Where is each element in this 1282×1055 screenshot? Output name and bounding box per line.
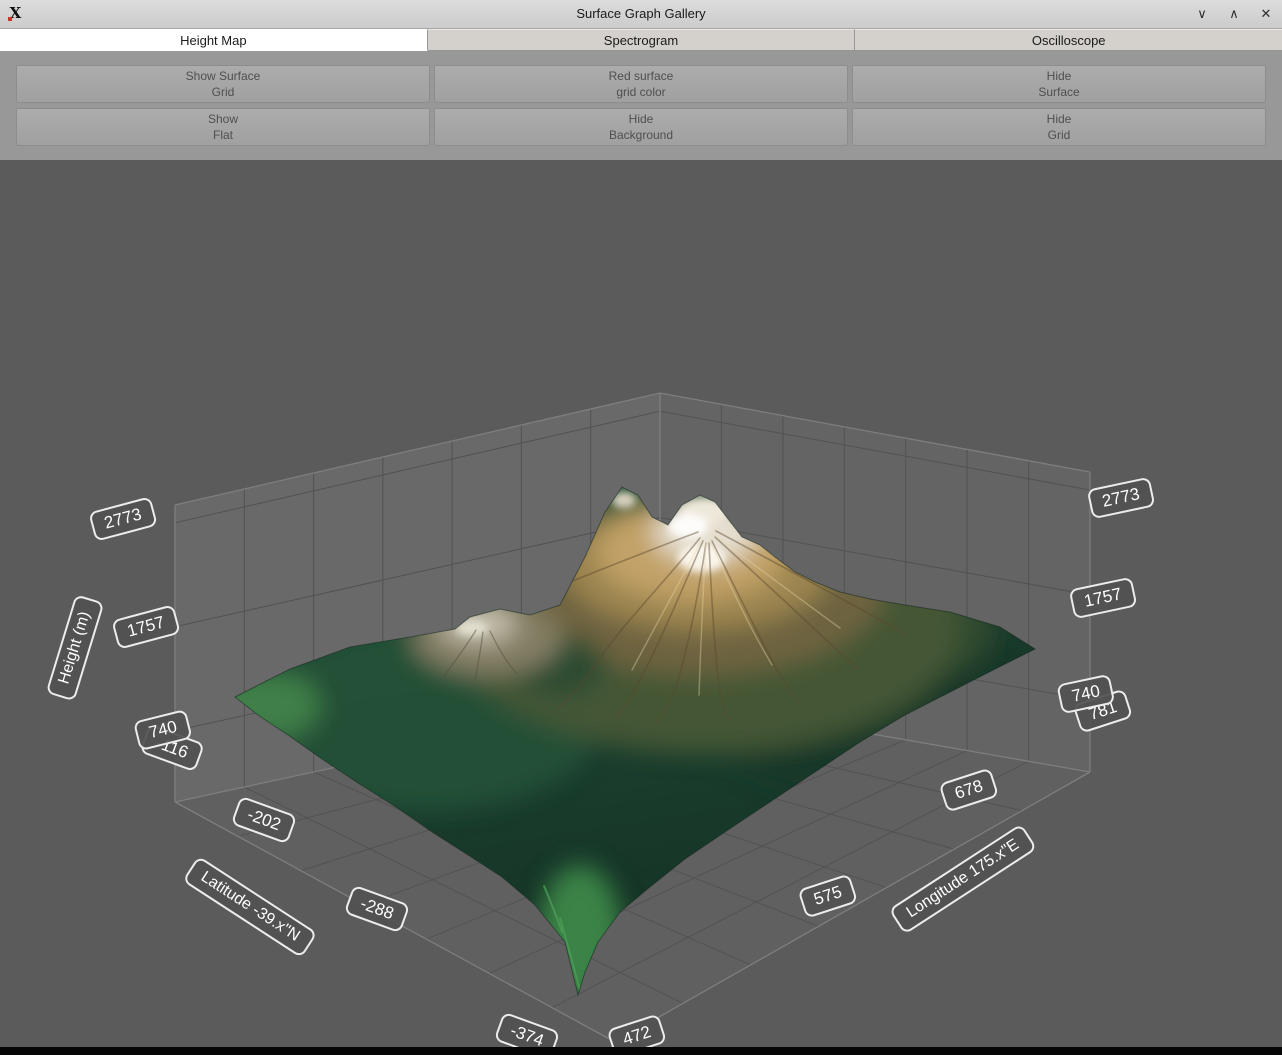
title-bar[interactable]: X Surface Graph Gallery ∨ ∧ ✕ — [0, 0, 1282, 29]
toggle-surface-grid-button[interactable]: Show Surface Grid — [16, 65, 430, 103]
tab-spectrogram[interactable]: Spectrogram — [428, 29, 856, 51]
button-label: grid color — [616, 84, 665, 100]
button-label: Surface — [1038, 84, 1079, 100]
button-label: Hide — [629, 111, 654, 127]
button-label: Background — [609, 127, 673, 143]
window-app-icon[interactable]: X — [7, 5, 24, 22]
controls-panel: Show Surface Grid Red surface grid color… — [0, 51, 1282, 160]
button-row-1: Show Surface Grid Red surface grid color… — [16, 65, 1266, 103]
hide-grid-button[interactable]: Hide Grid — [852, 108, 1266, 146]
button-label: Hide — [1047, 68, 1072, 84]
app-icon-accent — [8, 17, 12, 21]
button-label: Grid — [212, 84, 235, 100]
button-label: Hide — [1047, 111, 1072, 127]
close-button[interactable]: ✕ — [1258, 6, 1274, 22]
window-controls: ∨ ∧ ✕ — [1194, 0, 1274, 28]
window-bottom-edge — [0, 1047, 1282, 1055]
maximize-button[interactable]: ∧ — [1226, 6, 1242, 22]
button-label: Show — [208, 111, 238, 127]
tab-height-map[interactable]: Height Map — [0, 29, 428, 51]
application-window: { "window": { "title": "Surface Graph Ga… — [0, 0, 1282, 1055]
window-title: Surface Graph Gallery — [0, 0, 1282, 28]
button-label: Show Surface — [186, 68, 261, 84]
button-label: Red surface — [609, 68, 674, 84]
tab-oscilloscope[interactable]: Oscilloscope — [855, 29, 1282, 51]
tab-bar: Height Map Spectrogram Oscilloscope — [0, 29, 1282, 51]
button-label: Grid — [1048, 127, 1071, 143]
hide-surface-button[interactable]: Hide Surface — [852, 65, 1266, 103]
hide-background-button[interactable]: Hide Background — [434, 108, 848, 146]
surface-grid-color-button[interactable]: Red surface grid color — [434, 65, 848, 103]
shade-button[interactable]: ∨ — [1194, 6, 1210, 22]
button-row-2: Show Flat Hide Background Hide Grid — [16, 108, 1266, 146]
button-label: Flat — [213, 127, 233, 143]
surface-plot-view[interactable]: 2773 1757 -116 740 Height (m) 2773 1757 … — [0, 160, 1282, 1047]
show-flat-button[interactable]: Show Flat — [16, 108, 430, 146]
